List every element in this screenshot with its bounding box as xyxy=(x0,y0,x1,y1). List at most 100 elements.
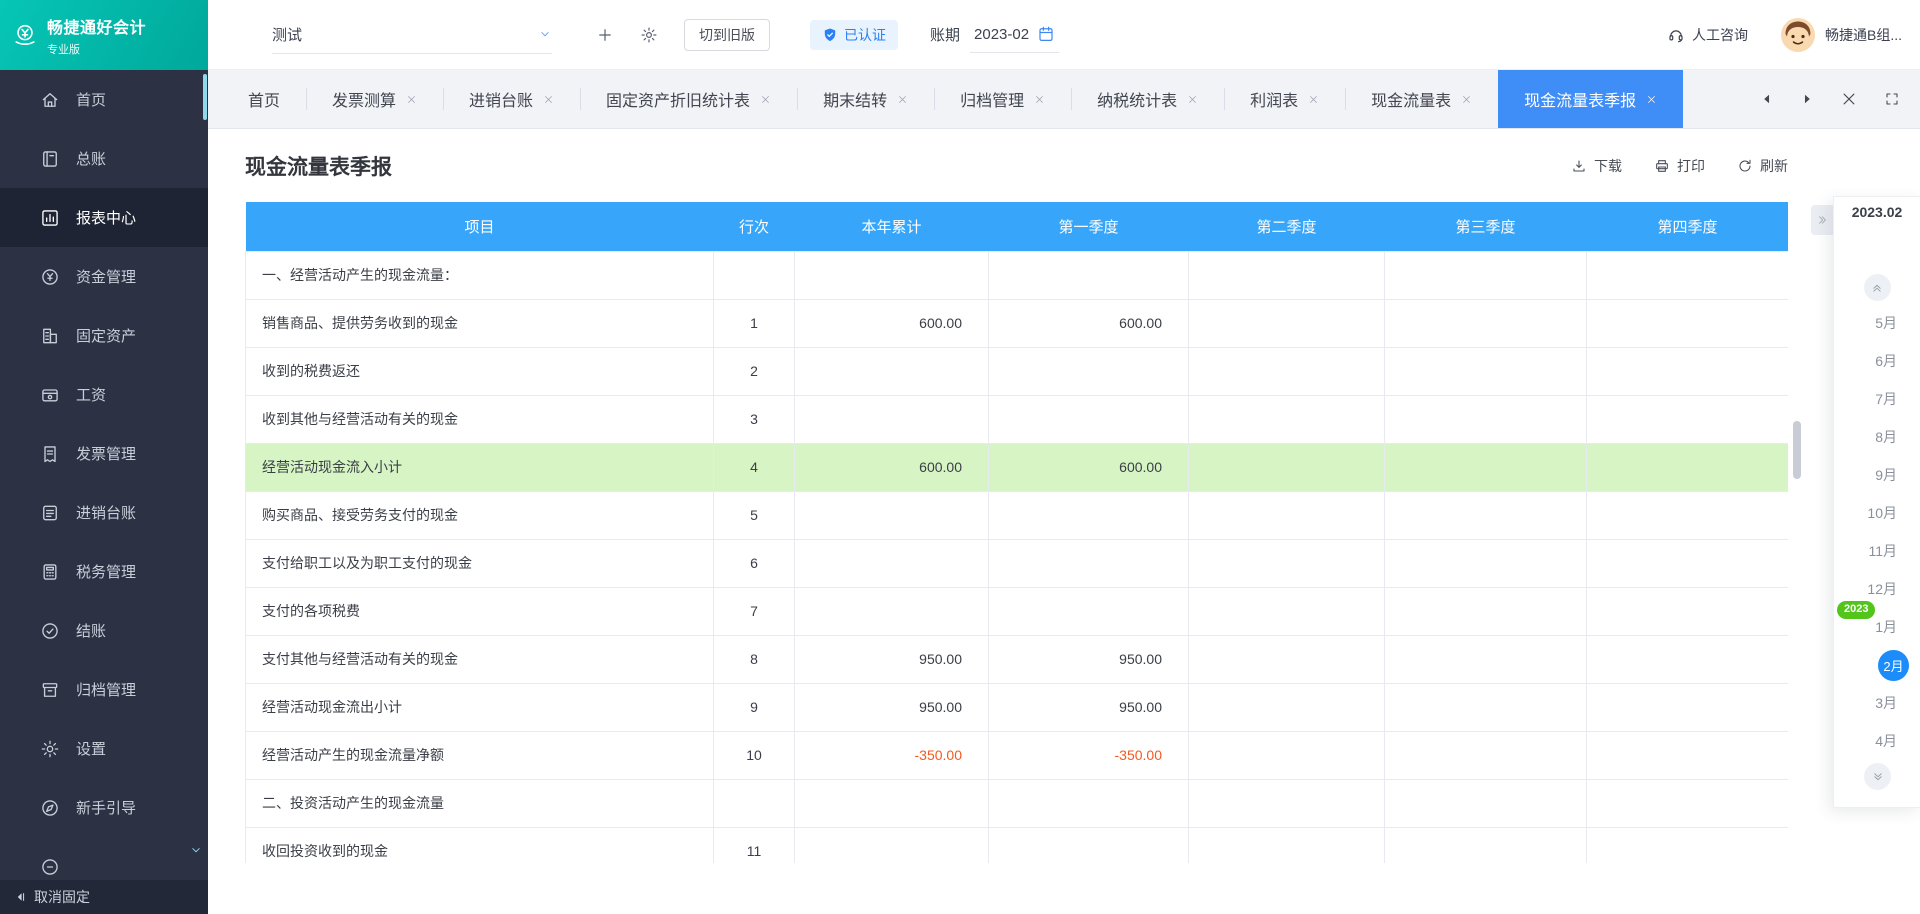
month-item-10[interactable]: 2月 xyxy=(1834,646,1920,684)
value-cell xyxy=(1586,730,1788,780)
sidebar-item-report-center[interactable]: 报表中心 xyxy=(0,188,208,247)
sidebar-item-label: 结账 xyxy=(76,623,107,640)
tab-label: 现金流量表季报 xyxy=(1524,93,1637,110)
table-row[interactable]: 收到其他与经营活动有关的现金 3 xyxy=(245,394,1788,444)
funds-icon xyxy=(40,267,60,287)
tab-close-icon[interactable] xyxy=(1308,94,1319,105)
months-scroll-up-button[interactable] xyxy=(1863,274,1891,301)
sidebar-item-label: 总账 xyxy=(76,151,107,168)
tab-close-icon[interactable] xyxy=(406,94,417,105)
month-item-5[interactable]: 9月 xyxy=(1834,456,1920,494)
value-cell xyxy=(794,778,989,828)
sidebar-item-archive[interactable]: 归档管理 xyxy=(0,660,208,719)
table-row[interactable]: 经营活动产生的现金流量净额 10 -350.00 -350.00 xyxy=(245,730,1788,780)
month-item-4[interactable]: 8月 xyxy=(1834,418,1920,456)
avatar[interactable] xyxy=(1780,17,1816,53)
value-cell xyxy=(988,490,1189,540)
table-row[interactable]: 二、投资活动产生的现金流量 xyxy=(245,778,1788,828)
unpin-button[interactable]: 取消固定 xyxy=(0,880,208,914)
sidebar-item-purchase-sales[interactable]: 进销台账 xyxy=(0,483,208,542)
invoice-icon xyxy=(40,444,60,464)
table-row[interactable]: 经营活动现金流出小计 9 950.00 950.00 xyxy=(245,682,1788,732)
table-scrollbar[interactable] xyxy=(1793,421,1801,479)
tab-close-icon[interactable] xyxy=(897,94,908,105)
tab-cash-flow-quarterly[interactable]: 现金流量表季报 xyxy=(1498,70,1684,128)
fullscreen-icon[interactable] xyxy=(1884,91,1900,107)
value-cell xyxy=(1188,538,1385,588)
month-item-7[interactable]: 11月 xyxy=(1834,532,1920,570)
collapse-month-panel-button[interactable] xyxy=(1811,205,1833,235)
table-row[interactable]: 一、经营活动产生的现金流量： xyxy=(245,250,1788,300)
column-header: 第二季度 xyxy=(1188,202,1385,251)
line-number-cell: 3 xyxy=(713,394,795,444)
table-row[interactable]: 销售商品、提供劳务收到的现金 1 600.00 600.00 xyxy=(245,298,1788,348)
sidebar-item-payroll[interactable]: 工资 xyxy=(0,365,208,424)
support-button[interactable]: 人工咨询 xyxy=(1667,25,1748,45)
table-row[interactable]: 收到的税费返还 2 xyxy=(245,346,1788,396)
close-icon[interactable] xyxy=(1840,90,1858,108)
tab-purchase-sales-ledger[interactable]: 进销台账 xyxy=(443,70,580,128)
month-item-11[interactable]: 3月 xyxy=(1834,684,1920,722)
value-cell xyxy=(1384,634,1587,684)
tab-home[interactable]: 首页 xyxy=(222,70,306,128)
sidebar-item-partial[interactable] xyxy=(0,837,208,880)
tab-invoice-estimate[interactable]: 发票测算 xyxy=(306,70,443,128)
user-name[interactable]: 畅捷通B组... xyxy=(1825,25,1902,45)
sidebar-item-label: 发票管理 xyxy=(76,446,137,463)
tab-scroll-left-button[interactable] xyxy=(1760,92,1774,106)
month-item-6[interactable]: 10月 xyxy=(1834,494,1920,532)
tab-period-end-carryover[interactable]: 期末结转 xyxy=(797,70,934,128)
certified-badge: 已认证 xyxy=(810,19,898,50)
tab-close-icon[interactable] xyxy=(760,94,771,105)
sidebar-item-closing[interactable]: 结账 xyxy=(0,601,208,660)
gear-icon[interactable] xyxy=(640,26,658,44)
tab-close-icon[interactable] xyxy=(1646,94,1657,105)
month-item-1[interactable]: 5月 xyxy=(1834,304,1920,342)
sidebar-item-guide[interactable]: 新手引导 xyxy=(0,778,208,837)
value-cell xyxy=(1384,682,1587,732)
double-chevron-up-icon xyxy=(1870,281,1884,295)
sidebar-item-home[interactable]: 首页 xyxy=(0,70,208,129)
add-account-set-button[interactable] xyxy=(596,26,614,44)
tab-close-icon[interactable] xyxy=(543,94,554,105)
tab-fixed-asset-depreciation[interactable]: 固定资产折旧统计表 xyxy=(580,70,797,128)
sidebar-item-tax[interactable]: 税务管理 xyxy=(0,542,208,601)
tab-income-statement[interactable]: 利润表 xyxy=(1224,70,1345,128)
table-row[interactable]: 经营活动现金流入小计 4 600.00 600.00 xyxy=(245,442,1788,492)
item-cell: 收到的税费返还 xyxy=(245,346,714,396)
sidebar-item-funds[interactable]: 资金管理 xyxy=(0,247,208,306)
line-number-cell xyxy=(713,250,795,300)
tab-close-icon[interactable] xyxy=(1187,94,1198,105)
download-button[interactable]: 下载 xyxy=(1571,156,1622,176)
period-picker[interactable]: 2023-02 xyxy=(970,17,1060,53)
value-cell xyxy=(1188,442,1385,492)
switch-old-version-button[interactable]: 切到旧版 xyxy=(684,18,770,51)
month-item-12[interactable]: 4月 xyxy=(1834,722,1920,760)
sidebar-item-fixed-assets[interactable]: 固定资产 xyxy=(0,306,208,365)
table-row[interactable]: 支付的各项税费 7 xyxy=(245,586,1788,636)
table-row[interactable]: 支付给职工以及为职工支付的现金 6 xyxy=(245,538,1788,588)
account-set-select[interactable]: 测试 xyxy=(272,16,552,54)
sidebar-scroll-down-icon[interactable] xyxy=(189,843,203,857)
tab-tax-statistics[interactable]: 纳税统计表 xyxy=(1071,70,1224,128)
tab-archive[interactable]: 归档管理 xyxy=(934,70,1071,128)
tab-cash-flow[interactable]: 现金流量表 xyxy=(1345,70,1498,128)
sidebar-item-label: 设置 xyxy=(76,741,107,758)
value-cell xyxy=(1188,394,1385,444)
months-scroll-down-button[interactable] xyxy=(1864,763,1891,790)
tab-close-icon[interactable] xyxy=(1034,94,1045,105)
sidebar-scrollbar[interactable] xyxy=(203,74,207,120)
tab-scroll-right-button[interactable] xyxy=(1800,92,1814,106)
refresh-button[interactable]: 刷新 xyxy=(1737,156,1788,176)
sidebar-item-invoice[interactable]: 发票管理 xyxy=(0,424,208,483)
table-row[interactable]: 支付其他与经营活动有关的现金 8 950.00 950.00 xyxy=(245,634,1788,684)
line-number-cell: 1 xyxy=(713,298,795,348)
month-item-2[interactable]: 6月 xyxy=(1834,342,1920,380)
sidebar-item-settings[interactable]: 设置 xyxy=(0,719,208,778)
print-button[interactable]: 打印 xyxy=(1654,156,1705,176)
table-row[interactable]: 购买商品、接受劳务支付的现金 5 xyxy=(245,490,1788,540)
tab-close-icon[interactable] xyxy=(1461,94,1472,105)
sidebar-item-general-ledger[interactable]: 总账 xyxy=(0,129,208,188)
month-item-3[interactable]: 7月 xyxy=(1834,380,1920,418)
table-row[interactable]: 收回投资收到的现金 11 xyxy=(245,826,1788,863)
